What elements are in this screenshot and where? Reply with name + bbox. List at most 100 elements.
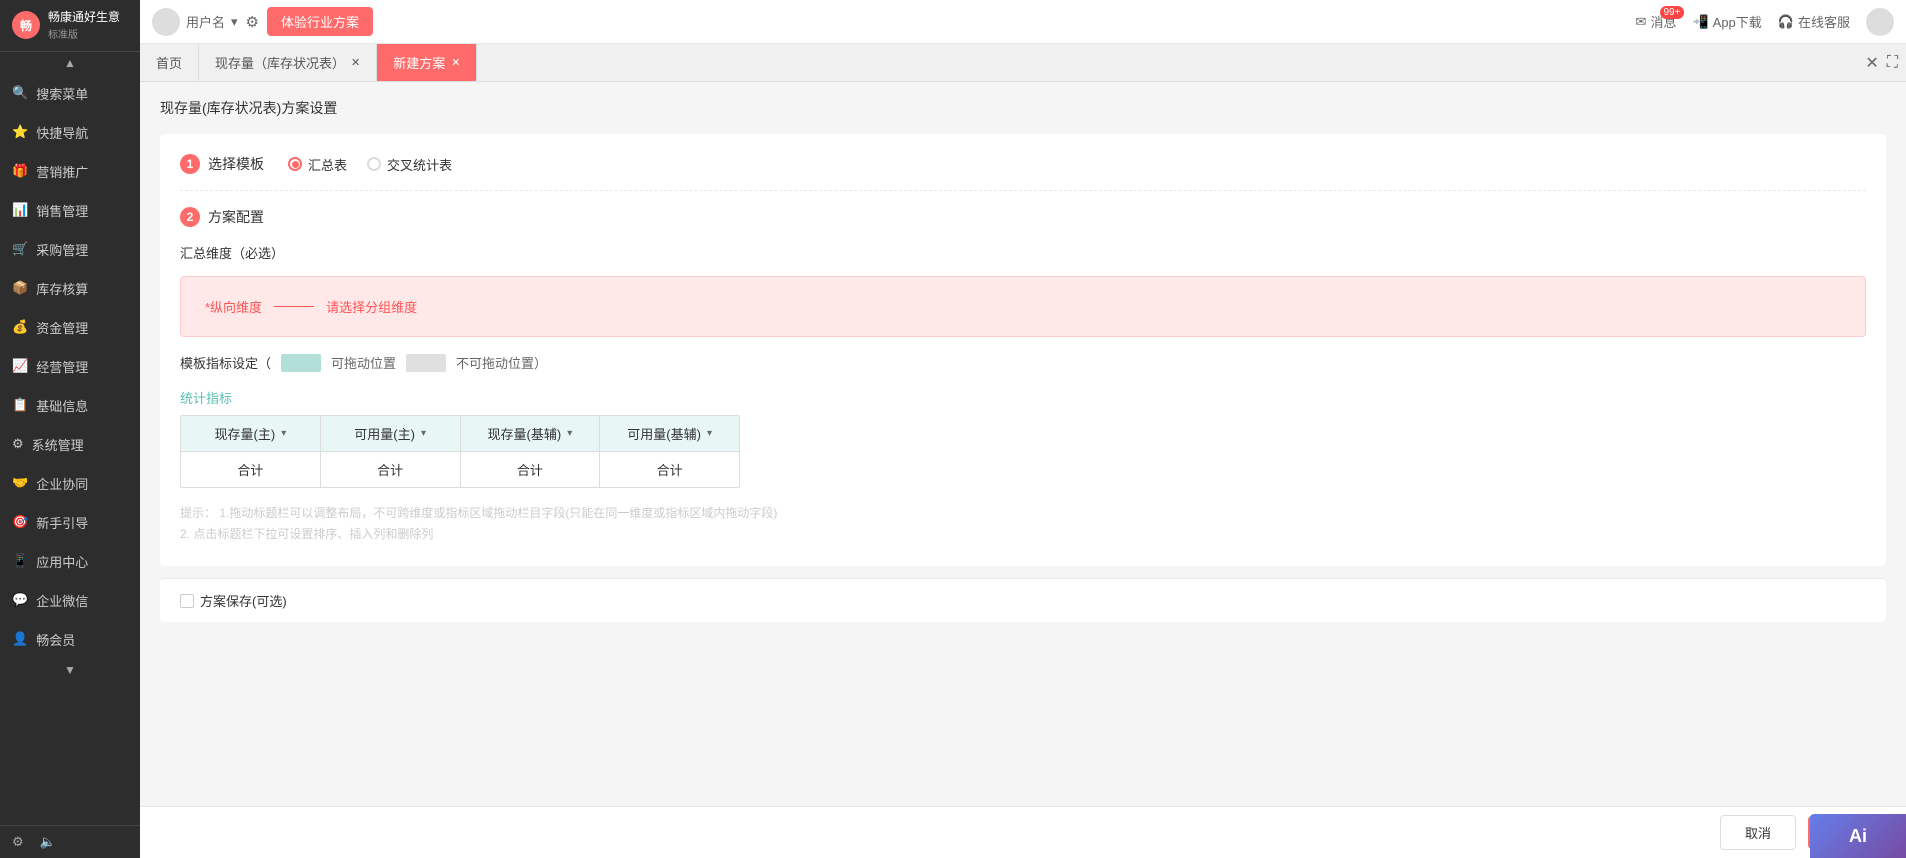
sidebar: 畅 畅康通好生意 标准版 ▲ 🔍 搜索菜单 ⭐ 快捷导航 🎁 营销推广 📊 销售… <box>0 0 140 858</box>
tab-new-scheme-label: 新建方案 <box>393 53 445 72</box>
sidebar-item-label: 企业微信 <box>36 591 88 610</box>
tab-new-scheme-close[interactable]: ✕ <box>451 56 460 69</box>
app-download-btn[interactable]: 📲 App下载 <box>1692 12 1761 31</box>
money-icon: 💰 <box>12 319 28 335</box>
tab-inventory-close[interactable]: ✕ <box>351 56 360 69</box>
ai-label: Ai <box>1849 826 1867 847</box>
sidebar-bottom: ⚙ 🔈 <box>0 825 140 858</box>
sidebar-item-search[interactable]: 🔍 搜索菜单 <box>0 74 140 113</box>
non-draggable-indicator-box <box>406 354 446 372</box>
save-scheme-row: 方案保存(可选) <box>160 578 1886 622</box>
topbar-avatar[interactable] <box>1866 8 1894 36</box>
box-icon: 📦 <box>12 280 28 296</box>
phone-icon: 📱 <box>12 553 28 569</box>
sidebar-item-member[interactable]: 👤 畅会员 <box>0 620 140 659</box>
stats-data-cell-4: 合计 <box>600 452 739 487</box>
clipboard-icon: 📋 <box>12 397 28 413</box>
page-title: 现存量(库存状况表)方案设置 <box>160 98 1886 118</box>
pink-dimension-area[interactable]: *纵向维度 请选择分组维度 <box>180 276 1866 337</box>
tips-section: 提示： 1.拖动标题栏可以调整布局，不可跨维度或指标区域拖动栏目字段(只能在同一… <box>180 504 1866 542</box>
gear-icon: ⚙ <box>12 436 24 452</box>
template-indicator-row: 模板指标设定（ 可拖动位置 不可拖动位置） <box>180 353 1866 372</box>
sidebar-item-system[interactable]: ⚙ 系统管理 <box>0 425 140 464</box>
step2-number: 2 <box>180 207 200 227</box>
topbar: 用户名 ▾ ⚙ 体验行业方案 ✉ 消息 99+ 📲 App下载 🎧 在线客服 <box>140 0 1906 44</box>
checkbox-box <box>180 594 194 608</box>
content-area: 现存量(库存状况表)方案设置 1 选择模板 汇总表 交叉统计表 <box>140 82 1906 806</box>
stats-col-2-label: 可用量(主) <box>354 424 415 443</box>
ai-float-button[interactable]: Ai <box>1810 814 1906 858</box>
online-service-label: 在线客服 <box>1798 12 1850 31</box>
radio-summary[interactable]: 汇总表 <box>288 155 347 174</box>
tab-new-scheme[interactable]: 新建方案 ✕ <box>377 44 477 81</box>
dropdown-icon[interactable]: ▾ <box>231 14 238 30</box>
sidebar-scroll-down[interactable]: ▼ <box>0 659 140 681</box>
sidebar-item-operation[interactable]: 📈 经营管理 <box>0 347 140 386</box>
online-service-btn[interactable]: 🎧 在线客服 <box>1778 12 1850 31</box>
stats-data-cell-3: 合计 <box>461 452 601 487</box>
save-scheme-label: 方案保存(可选) <box>200 591 287 610</box>
stats-col-3[interactable]: 现存量(基辅) ▾ <box>461 416 601 451</box>
tabbar-right: ✕ ⛶ <box>1865 53 1906 73</box>
app-version: 标准版 <box>48 26 120 41</box>
sidebar-item-label: 系统管理 <box>32 435 84 454</box>
radio-cross-circle <box>367 157 381 171</box>
industry-btn[interactable]: 体验行业方案 <box>267 7 373 36</box>
stats-table: 现存量(主) ▾ 可用量(主) ▾ 现存量(基辅) ▾ 可用量(基辅) <box>180 415 740 488</box>
user-area: 用户名 ▾ <box>152 8 238 36</box>
logo-icon: 畅 <box>12 11 40 39</box>
sidebar-item-label: 销售管理 <box>36 201 88 220</box>
sidebar-item-sales[interactable]: 📊 销售管理 <box>0 191 140 230</box>
sidebar-item-purchase[interactable]: 🛒 采购管理 <box>0 230 140 269</box>
sidebar-item-enterprise[interactable]: 🤝 企业协同 <box>0 464 140 503</box>
stats-col-1[interactable]: 现存量(主) ▾ <box>181 416 321 451</box>
tips-line-2: 2. 点击标题栏下拉可设置排序、插入列和删除列 <box>180 525 1866 542</box>
volume-icon[interactable]: 🔈 <box>40 834 56 850</box>
radio-cross[interactable]: 交叉统计表 <box>367 155 452 174</box>
action-bar: 取消 查询 <box>140 806 1906 858</box>
sidebar-item-label: 经营管理 <box>36 357 88 376</box>
step1-number: 1 <box>180 154 200 174</box>
messages-btn[interactable]: ✉ 消息 99+ <box>1636 12 1677 31</box>
trending-icon: 📈 <box>12 358 28 374</box>
stats-col-2[interactable]: 可用量(主) ▾ <box>321 416 461 451</box>
save-scheme-checkbox[interactable]: 方案保存(可选) <box>180 591 287 610</box>
logo-text: 畅康通好生意 标准版 <box>48 10 120 41</box>
settings-icon[interactable]: ⚙ <box>12 834 24 850</box>
sidebar-item-label: 畅会员 <box>36 630 75 649</box>
tab-inventory-label: 现存量（库存状况表） <box>215 53 345 72</box>
stats-col-4[interactable]: 可用量(基辅) ▾ <box>600 416 739 451</box>
sidebar-item-basic[interactable]: 📋 基础信息 <box>0 386 140 425</box>
chevron-down-icon-2: ▾ <box>421 428 426 439</box>
sidebar-item-quick-nav[interactable]: ⭐ 快捷导航 <box>0 113 140 152</box>
tab-home[interactable]: 首页 <box>140 44 199 81</box>
app-name: 畅康通好生意 <box>48 10 120 26</box>
sidebar-item-label: 应用中心 <box>36 552 88 571</box>
sidebar-item-guide[interactable]: 🎯 新手引导 <box>0 503 140 542</box>
sidebar-item-wechat[interactable]: 💬 企业微信 <box>0 581 140 620</box>
step1-header: 1 选择模板 汇总表 交叉统计表 <box>180 154 1866 174</box>
sidebar-item-inventory[interactable]: 📦 库存核算 <box>0 269 140 308</box>
chevron-down-icon-1: ▾ <box>281 428 286 439</box>
step2-header: 2 方案配置 <box>180 207 1866 227</box>
cancel-button[interactable]: 取消 <box>1720 815 1796 850</box>
step1-title: 选择模板 <box>208 154 264 174</box>
sidebar-item-app[interactable]: 📱 应用中心 <box>0 542 140 581</box>
stats-col-1-label: 现存量(主) <box>215 424 276 443</box>
chart-icon: 📊 <box>12 202 28 218</box>
settings-gear-icon[interactable]: ⚙ <box>246 13 259 31</box>
sidebar-scroll-up[interactable]: ▲ <box>0 52 140 74</box>
sidebar-item-marketing[interactable]: 🎁 营销推广 <box>0 152 140 191</box>
sidebar-item-finance[interactable]: 💰 资金管理 <box>0 308 140 347</box>
close-window-icon[interactable]: ✕ <box>1865 53 1878 73</box>
radio-cross-label: 交叉统计表 <box>387 155 452 174</box>
tab-inventory[interactable]: 现存量（库存状况表） ✕ <box>199 44 377 81</box>
tab-home-label: 首页 <box>156 53 182 72</box>
chevron-down-icon-4: ▾ <box>707 428 712 439</box>
sidebar-item-label: 新手引导 <box>36 513 88 532</box>
draggable-label: 可拖动位置 <box>331 353 396 372</box>
non-draggable-label: 不可拖动位置） <box>456 353 547 372</box>
radio-summary-label: 汇总表 <box>308 155 347 174</box>
expand-icon[interactable]: ⛶ <box>1887 54 1898 72</box>
sidebar-item-label: 营销推广 <box>36 162 88 181</box>
